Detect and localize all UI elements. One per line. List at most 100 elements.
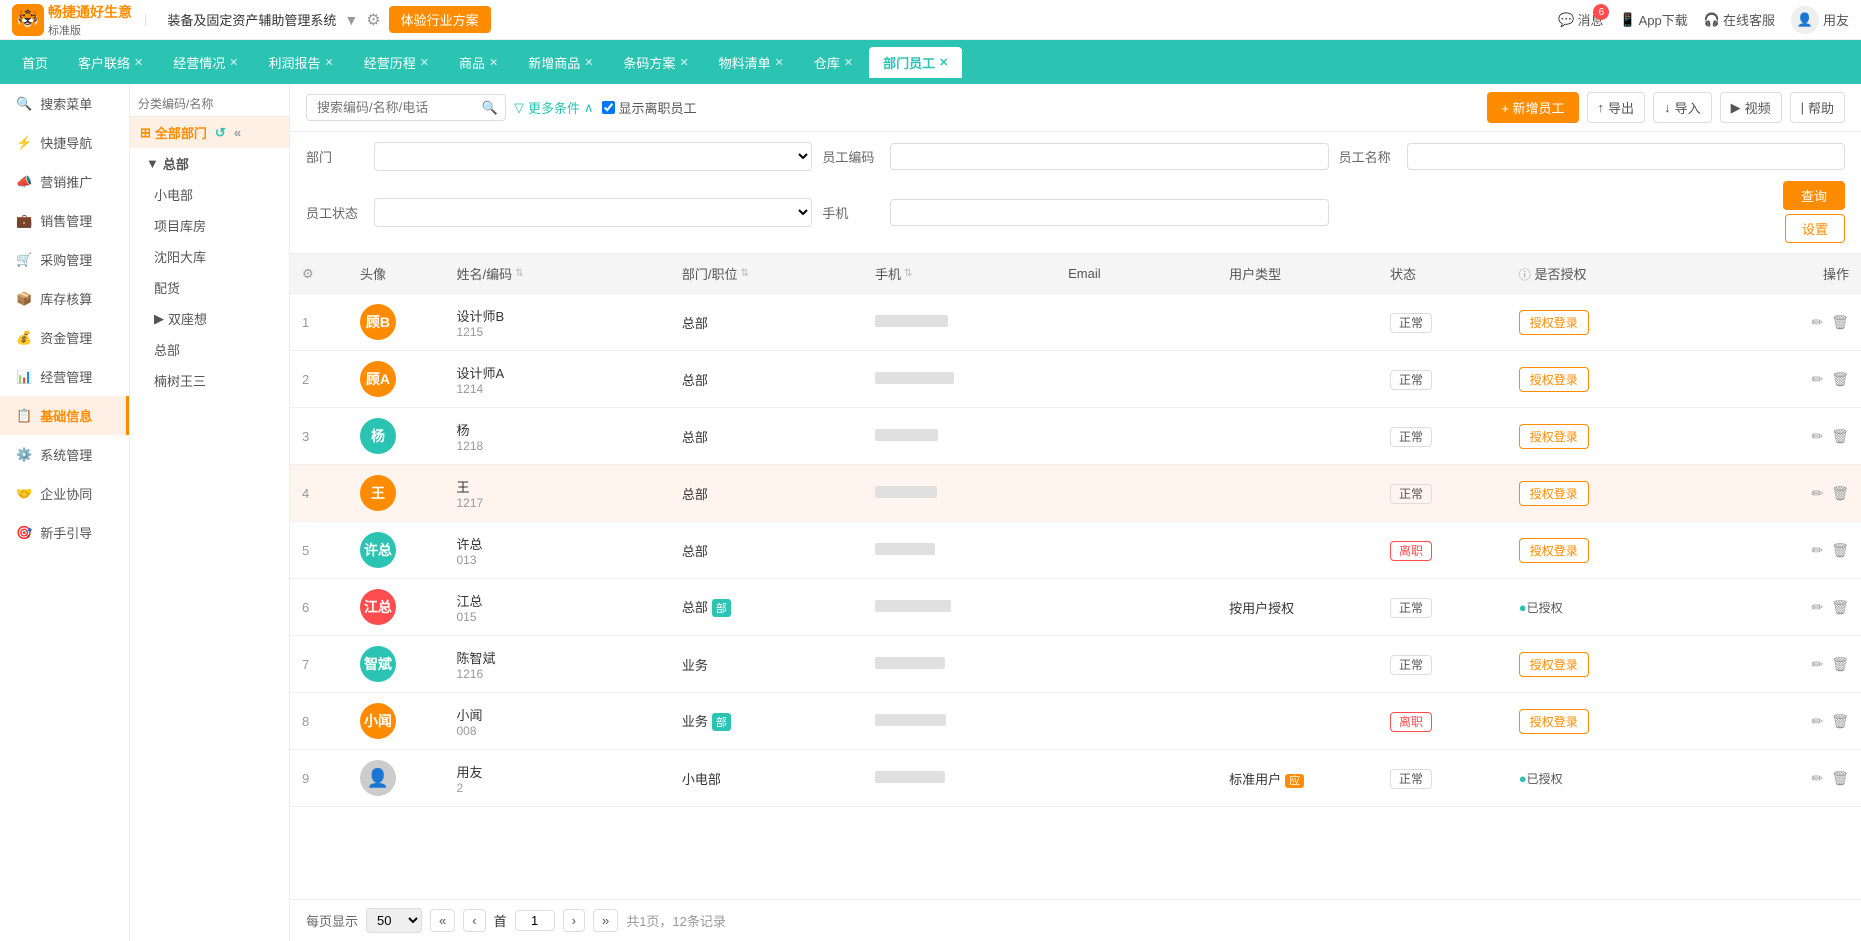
filter-dept-select[interactable] (374, 142, 812, 171)
nav-item-process[interactable]: 经营历程 ✕ (350, 47, 443, 78)
next-page-btn[interactable]: › (563, 909, 585, 932)
dept-item-ph[interactable]: 配货 (130, 272, 289, 303)
nav-item-warehouse[interactable]: 仓库 ✕ (800, 47, 867, 78)
auth-btn[interactable]: 授权登录 (1519, 367, 1589, 392)
edit-icon[interactable]: ✏ (1811, 428, 1823, 445)
bom-close[interactable]: ✕ (775, 56, 784, 69)
dept-search-input[interactable] (138, 97, 290, 111)
process-close[interactable]: ✕ (420, 56, 429, 69)
export-btn[interactable]: ↑ 导出 (1587, 92, 1646, 123)
th-phone[interactable]: 手机 ⇅ (863, 254, 1056, 294)
user-avatar[interactable]: 👤 用友 (1791, 6, 1849, 34)
settings-btn[interactable]: ⚙ (366, 10, 380, 30)
sidebar-item-basic[interactable]: 📋 基础信息 (0, 396, 129, 435)
help-btn[interactable]: | 帮助 (1790, 92, 1845, 123)
new-goods-close[interactable]: ✕ (584, 56, 593, 69)
show-resigned-checkbox[interactable] (602, 101, 615, 114)
dept-item-zongbu-group[interactable]: ▼ 总部 (130, 148, 289, 179)
auth-btn[interactable]: 授权登录 (1519, 481, 1589, 506)
last-page-btn[interactable]: » (593, 909, 618, 932)
search-submit-icon[interactable]: 🔍 (482, 100, 498, 116)
dept-item-sydk[interactable]: 沈阳大库 (130, 241, 289, 272)
sidebar-item-inventory[interactable]: 📦 库存核算 (0, 279, 129, 318)
warehouse-close[interactable]: ✕ (844, 56, 853, 69)
filter-status-select[interactable] (374, 198, 812, 227)
view-btn[interactable]: ▶ 视频 (1720, 92, 1782, 123)
th-name[interactable]: 姓名/编码 ⇅ (445, 254, 670, 294)
settings-col-icon[interactable]: ⚙ (302, 266, 314, 281)
dept-item-xmkf[interactable]: 项目库房 (130, 210, 289, 241)
delete-icon[interactable]: 🗑 (1831, 713, 1849, 730)
delete-icon[interactable]: 🗑 (1831, 428, 1849, 445)
sys-dropdown-btn[interactable]: ▼ (344, 12, 358, 28)
th-dept[interactable]: 部门/职位 ⇅ (670, 254, 863, 294)
prev-page-btn[interactable]: ‹ (463, 909, 485, 932)
collapse-icon[interactable]: « (234, 125, 241, 140)
delete-icon[interactable]: 🗑 (1831, 542, 1849, 559)
customer-close[interactable]: ✕ (134, 56, 143, 69)
auth-btn[interactable]: 授权登录 (1519, 538, 1589, 563)
page-input[interactable] (515, 910, 555, 931)
auth-btn[interactable]: 授权登录 (1519, 652, 1589, 677)
auth-btn[interactable]: 授权登录 (1519, 310, 1589, 335)
filter-phone-input[interactable] (890, 199, 1328, 226)
delete-icon[interactable]: 🗑 (1831, 314, 1849, 331)
nav-item-new-goods[interactable]: 新增商品 ✕ (514, 47, 607, 78)
profit-close[interactable]: ✕ (325, 56, 334, 69)
filter-code-input[interactable] (890, 143, 1328, 170)
query-btn[interactable]: 查询 (1783, 181, 1845, 210)
dept-item-szx[interactable]: ▶ 双座想 (130, 303, 289, 334)
import-btn[interactable]: ↓ 导入 (1653, 92, 1712, 123)
sidebar-item-marketing[interactable]: 📣 营销推广 (0, 162, 129, 201)
app-download[interactable]: 📱 App下载 (1619, 10, 1687, 29)
goods-close[interactable]: ✕ (489, 56, 498, 69)
sidebar-item-system[interactable]: ⚙️ 系统管理 (0, 435, 129, 474)
nav-item-customer[interactable]: 客户联络 ✕ (64, 47, 157, 78)
sidebar-item-purchase[interactable]: 🛒 采购管理 (0, 240, 129, 279)
more-filter-btn[interactable]: ▽ 更多条件 ∧ (514, 98, 594, 117)
support[interactable]: 🎧 在线客服 (1704, 10, 1775, 29)
edit-icon[interactable]: ✏ (1811, 713, 1823, 730)
sidebar-item-search[interactable]: 🔍 搜索菜单 (0, 84, 129, 123)
first-page-btn[interactable]: « (430, 909, 455, 932)
dept-item-nsw[interactable]: 楠树王三 (130, 365, 289, 396)
delete-icon[interactable]: 🗑 (1831, 371, 1849, 388)
sidebar-item-corp[interactable]: 🤝 企业协同 (0, 474, 129, 513)
show-resigned-label[interactable]: 显示离职员工 (602, 98, 697, 117)
experience-btn[interactable]: 体验行业方案 (389, 6, 491, 33)
sidebar-item-finance[interactable]: 💰 资金管理 (0, 318, 129, 357)
edit-icon[interactable]: ✏ (1811, 314, 1823, 331)
delete-icon[interactable]: 🗑 (1831, 656, 1849, 673)
sidebar-item-guide[interactable]: 🎯 新手引导 (0, 513, 129, 552)
add-employee-btn[interactable]: + 新增员工 (1487, 92, 1578, 123)
sidebar-item-sales[interactable]: 💼 销售管理 (0, 201, 129, 240)
nav-item-bom[interactable]: 物料清单 ✕ (705, 47, 798, 78)
delete-icon[interactable]: 🗑 (1831, 770, 1849, 787)
auth-btn[interactable]: 授权登录 (1519, 424, 1589, 449)
search-input[interactable] (306, 94, 506, 121)
edit-icon[interactable]: ✏ (1811, 371, 1823, 388)
dept-item-xd[interactable]: 小电部 (130, 179, 289, 210)
nav-item-home[interactable]: 首页 (8, 47, 62, 78)
nav-item-barcode[interactable]: 条码方案 ✕ (609, 47, 702, 78)
delete-icon[interactable]: 🗑 (1831, 485, 1849, 502)
delete-icon[interactable]: 🗑 (1831, 599, 1849, 616)
sidebar-item-shortcut[interactable]: ⚡ 快捷导航 (0, 123, 129, 162)
filter-name-input[interactable] (1407, 143, 1845, 170)
nav-item-goods[interactable]: 商品 ✕ (445, 47, 512, 78)
page-size-select[interactable]: 50 20 100 (366, 908, 422, 933)
edit-icon[interactable]: ✏ (1811, 599, 1823, 616)
edit-icon[interactable]: ✏ (1811, 542, 1823, 559)
nav-item-profit[interactable]: 利润报告 ✕ (254, 47, 347, 78)
barcode-close[interactable]: ✕ (679, 56, 688, 69)
nav-item-employee[interactable]: 部门员工 ✕ (869, 47, 962, 78)
refresh-icon[interactable]: ↺ (215, 125, 226, 141)
operation-close[interactable]: ✕ (229, 56, 238, 69)
nav-item-operation[interactable]: 经营情况 ✕ (159, 47, 252, 78)
message-badge[interactable]: 💬 6 消息 (1558, 10, 1603, 29)
edit-icon[interactable]: ✏ (1811, 485, 1823, 502)
sidebar-item-operation[interactable]: 📊 经营管理 (0, 357, 129, 396)
edit-icon[interactable]: ✏ (1811, 656, 1823, 673)
edit-icon[interactable]: ✏ (1811, 770, 1823, 787)
dept-all-item[interactable]: ⊞ 全部部门 ↺ « (130, 117, 289, 148)
